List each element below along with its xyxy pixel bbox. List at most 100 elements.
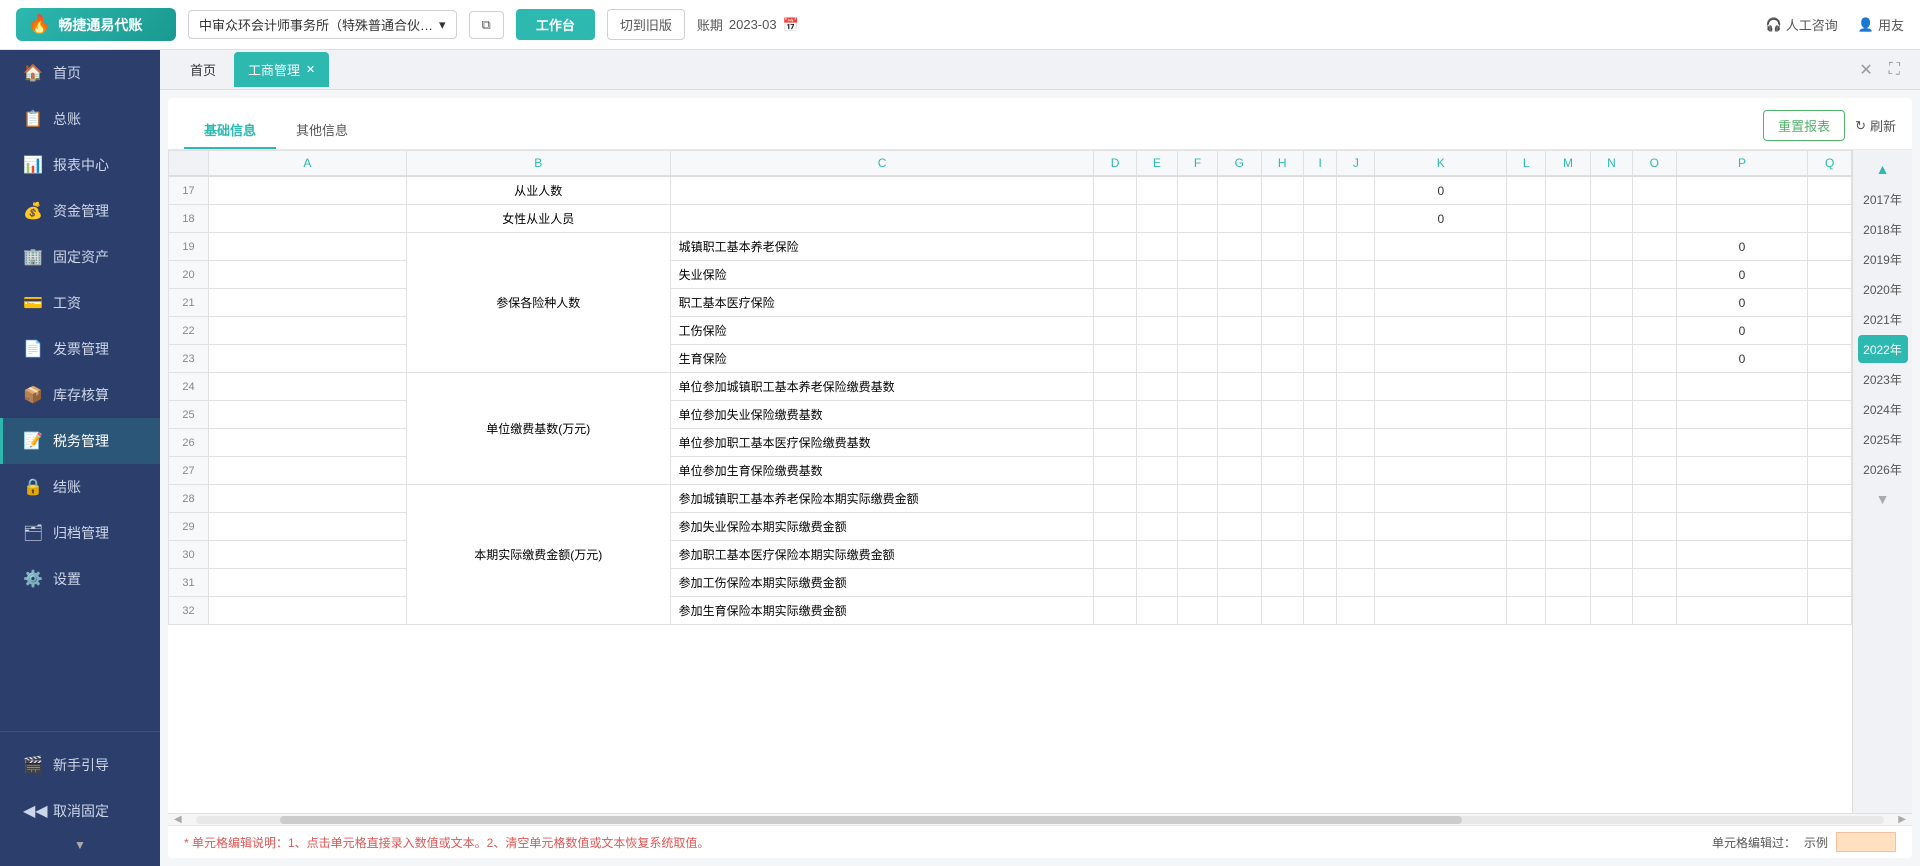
cell-25-g[interactable] [1218, 401, 1261, 429]
cell-29-f[interactable] [1178, 513, 1218, 541]
cell-21-i[interactable] [1303, 289, 1337, 317]
cell-20-d[interactable] [1094, 261, 1136, 289]
cell-22-n[interactable] [1590, 317, 1632, 345]
cell-24-k[interactable] [1375, 373, 1507, 401]
cell-21-c[interactable]: 职工基本医疗保险 [670, 289, 1094, 317]
cell-22-l[interactable] [1507, 317, 1546, 345]
cell-24-j[interactable] [1337, 373, 1375, 401]
cell-28-l[interactable] [1507, 485, 1546, 513]
cell-19-a[interactable] [209, 233, 407, 261]
cell-20-o[interactable] [1633, 261, 1676, 289]
cell-27-a[interactable] [209, 457, 407, 485]
cell-20-h[interactable] [1261, 261, 1303, 289]
cell-31-e[interactable] [1136, 569, 1177, 597]
cell-22-m[interactable] [1546, 317, 1591, 345]
cell-27-n[interactable] [1590, 457, 1632, 485]
sidebar-item-payroll[interactable]: 💳 工资 [0, 280, 160, 326]
cell-19-d[interactable] [1094, 233, 1136, 261]
cell-17-c[interactable] [670, 176, 1094, 205]
cell-31-g[interactable] [1218, 569, 1261, 597]
cell-32-c[interactable]: 参加生育保险本期实际缴费金额 [670, 597, 1094, 625]
cell-21-o[interactable] [1633, 289, 1676, 317]
sidebar-item-home[interactable]: 🏠 首页 [0, 50, 160, 96]
cell-30-c[interactable]: 参加职工基本医疗保险本期实际缴费金额 [670, 541, 1094, 569]
cell-32-l[interactable] [1507, 597, 1546, 625]
cell-22-d[interactable] [1094, 317, 1136, 345]
window-maximize-button[interactable]: ⛶ [1885, 56, 1904, 84]
cell-23-n[interactable] [1590, 345, 1632, 373]
cell-17-g[interactable] [1218, 176, 1261, 205]
cell-25-q[interactable] [1808, 401, 1852, 429]
sidebar-item-reports[interactable]: 📊 报表中心 [0, 142, 160, 188]
cell-24-d[interactable] [1094, 373, 1136, 401]
tab-other-info[interactable]: 其他信息 [276, 112, 368, 149]
cell-18-k[interactable]: 0 [1375, 205, 1507, 233]
year-item-2025[interactable]: 2025年 [1858, 425, 1908, 453]
cell-29-j[interactable] [1337, 513, 1375, 541]
cell-22-q[interactable] [1808, 317, 1852, 345]
tab-home[interactable]: 首页 [176, 52, 230, 87]
cell-23-d[interactable] [1094, 345, 1136, 373]
cell-25-n[interactable] [1590, 401, 1632, 429]
cell-25-a[interactable] [209, 401, 407, 429]
cell-30-n[interactable] [1590, 541, 1632, 569]
cell-17-q[interactable] [1808, 176, 1852, 205]
cell-25-k[interactable] [1375, 401, 1507, 429]
cell-29-e[interactable] [1136, 513, 1177, 541]
cell-18-c[interactable] [670, 205, 1094, 233]
cell-17-n[interactable] [1590, 176, 1632, 205]
cell-26-m[interactable] [1546, 429, 1591, 457]
year-item-2017[interactable]: 2017年 [1858, 185, 1908, 213]
cell-19-l[interactable] [1507, 233, 1546, 261]
cell-32-m[interactable] [1546, 597, 1591, 625]
refresh-button[interactable]: ↻ 刷新 [1855, 116, 1896, 135]
sidebar-item-guide[interactable]: 🎬 新手引导 [0, 742, 160, 788]
cell-17-p[interactable] [1676, 176, 1808, 205]
cell-19-j[interactable] [1337, 233, 1375, 261]
cell-19-b[interactable]: 参保各险种人数 [406, 233, 670, 373]
cell-32-a[interactable] [209, 597, 407, 625]
cell-17-b[interactable]: 从业人数 [406, 176, 670, 205]
cell-27-i[interactable] [1303, 457, 1337, 485]
cell-24-o[interactable] [1633, 373, 1676, 401]
cell-19-g[interactable] [1218, 233, 1261, 261]
cell-26-l[interactable] [1507, 429, 1546, 457]
cell-30-j[interactable] [1337, 541, 1375, 569]
cell-25-d[interactable] [1094, 401, 1136, 429]
sidebar-item-settings[interactable]: ⚙️ 设置 [0, 556, 160, 602]
cell-20-g[interactable] [1218, 261, 1261, 289]
cell-32-n[interactable] [1590, 597, 1632, 625]
cell-22-j[interactable] [1337, 317, 1375, 345]
cell-26-o[interactable] [1633, 429, 1676, 457]
h-scroll-bar[interactable]: ◀ ▶ [168, 813, 1912, 825]
cell-21-f[interactable] [1178, 289, 1218, 317]
cell-19-i[interactable] [1303, 233, 1337, 261]
cell-28-p[interactable] [1676, 485, 1808, 513]
cell-29-q[interactable] [1808, 513, 1852, 541]
cell-26-n[interactable] [1590, 429, 1632, 457]
cell-30-d[interactable] [1094, 541, 1136, 569]
cell-28-q[interactable] [1808, 485, 1852, 513]
cell-28-a[interactable] [209, 485, 407, 513]
cell-20-q[interactable] [1808, 261, 1852, 289]
cell-26-f[interactable] [1178, 429, 1218, 457]
year-item-2018[interactable]: 2018年 [1858, 215, 1908, 243]
cell-28-h[interactable] [1261, 485, 1303, 513]
h-scroll-thumb[interactable] [280, 816, 1462, 824]
cell-30-l[interactable] [1507, 541, 1546, 569]
user-avatar[interactable]: 👤 用友 [1858, 15, 1904, 34]
cell-29-c[interactable]: 参加失业保险本期实际缴费金额 [670, 513, 1094, 541]
cell-32-p[interactable] [1676, 597, 1808, 625]
cell-25-j[interactable] [1337, 401, 1375, 429]
window-close-button[interactable]: ✕ [1855, 56, 1876, 84]
cell-18-d[interactable] [1094, 205, 1136, 233]
cell-18-l[interactable] [1507, 205, 1546, 233]
cell-21-q[interactable] [1808, 289, 1852, 317]
cell-32-h[interactable] [1261, 597, 1303, 625]
cell-25-p[interactable] [1676, 401, 1808, 429]
tab-basic-info[interactable]: 基础信息 [184, 112, 276, 149]
year-item-2020[interactable]: 2020年 [1858, 275, 1908, 303]
cell-28-f[interactable] [1178, 485, 1218, 513]
cell-18-q[interactable] [1808, 205, 1852, 233]
cell-30-m[interactable] [1546, 541, 1591, 569]
